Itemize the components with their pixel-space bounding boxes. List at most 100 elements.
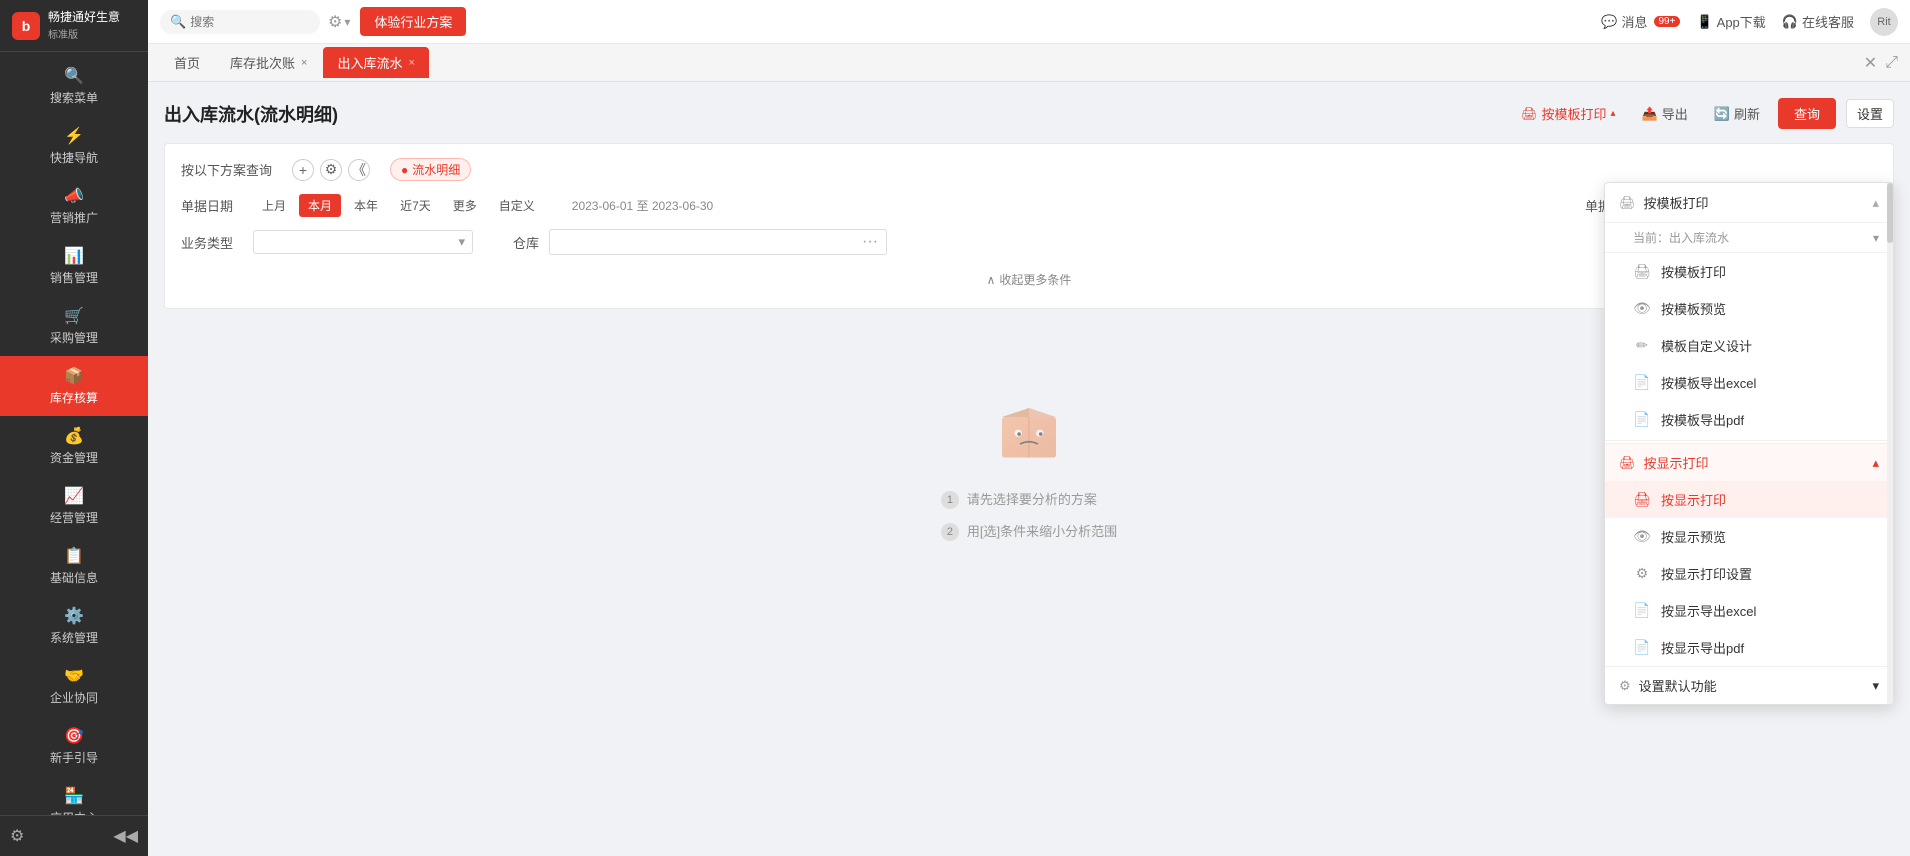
dropdown-item-template-pdf[interactable]: 📄 按模板导出pdf	[1605, 401, 1893, 438]
sidebar-collapse-icon[interactable]: ◀◀	[113, 826, 138, 846]
logo-icon: b	[12, 12, 40, 40]
biz-type-select[interactable]	[253, 230, 473, 254]
tab-bar-actions: ✕ ⤢	[1864, 53, 1898, 73]
export-button[interactable]: 📤 导出	[1634, 100, 1696, 127]
query-button[interactable]: 查询	[1778, 98, 1836, 129]
search-nav-icon: 🔍	[64, 66, 84, 86]
template-print-icon: 🖨	[1633, 263, 1651, 280]
date-btn-7days[interactable]: 近7天	[391, 194, 440, 217]
refresh-icon: 🔄	[1714, 106, 1730, 122]
sidebar-item-quick-nav[interactable]: ⚡ 快捷导航	[0, 116, 148, 176]
template-pdf-icon: 📄	[1633, 411, 1651, 428]
display-pdf-icon: 📄	[1633, 639, 1651, 656]
date-btn-thismonth[interactable]: 本月	[299, 194, 341, 217]
date-btn-custom[interactable]: 自定义	[490, 194, 544, 217]
content-area: 出入库流水(流水明细) 🖨 按模板打印 ▴ 📤 导出 🔄 刷新 查询 设置	[148, 82, 1910, 856]
dropdown-item-display-settings[interactable]: ⚙ 按显示打印设置	[1605, 555, 1893, 592]
scrollbar-thumb	[1887, 183, 1893, 243]
search-icon: 🔍	[170, 14, 186, 30]
marketing-icon: 📣	[64, 186, 84, 206]
tab-close-flow[interactable]: ×	[408, 57, 414, 69]
filter-add-btns: + ⚙ 《	[292, 159, 370, 181]
logo-text: 畅捷通好生意 标准版	[48, 10, 120, 41]
dropdown-item-display-excel[interactable]: 📄 按显示导出excel	[1605, 592, 1893, 629]
date-btn-more[interactable]: 更多	[444, 194, 486, 217]
collab-icon: 🤝	[64, 666, 84, 686]
headset-icon: 🎧	[1782, 14, 1798, 30]
sidebar-item-system[interactable]: ⚙️ 系统管理	[0, 596, 148, 656]
quick-nav-icon: ⚡	[64, 126, 84, 146]
customer-service-item[interactable]: 🎧 在线客服	[1782, 12, 1854, 31]
template-excel-icon: 📄	[1633, 374, 1651, 391]
export-icon: 📤	[1642, 106, 1658, 122]
footer-chevron: ▾	[1872, 678, 1879, 694]
finance-icon: 💰	[64, 426, 84, 446]
dropdown-footer-defaults[interactable]: ⚙ 设置默认功能 ▾	[1605, 666, 1893, 704]
sidebar-item-guide[interactable]: 🎯 新手引导	[0, 716, 148, 776]
dropdown-item-template-customize[interactable]: ✏ 模板自定义设计	[1605, 327, 1893, 364]
sidebar-nav: 🔍 搜索菜单 ⚡ 快捷导航 📣 营销推广 📊 销售管理 🛒 采购管理 📦 库存核…	[0, 52, 148, 815]
add-filter-btn[interactable]: +	[292, 159, 314, 181]
search-input[interactable]	[190, 15, 310, 29]
tab-maximize-icon[interactable]: ⤢	[1885, 54, 1898, 72]
tab-batch-account[interactable]: 库存批次账 ×	[216, 47, 321, 78]
tab-home[interactable]: 首页	[160, 47, 214, 78]
industry-solution-button[interactable]: 体验行业方案	[360, 7, 466, 36]
dropdown-item-template-preview[interactable]: 👁 按模板预览	[1605, 290, 1893, 327]
printer-icon: 🖨	[1521, 106, 1538, 122]
app-download-item[interactable]: 📱 App下载	[1696, 12, 1765, 31]
refresh-button[interactable]: 🔄 刷新	[1706, 100, 1768, 127]
warehouse-label: 仓库	[513, 233, 539, 252]
date-btn-lastmonth[interactable]: 上月	[253, 194, 295, 217]
dropdown-item-display-pdf[interactable]: 📄 按显示导出pdf	[1605, 629, 1893, 666]
display-excel-icon: 📄	[1633, 602, 1651, 619]
tab-close-all-icon[interactable]: ✕	[1864, 53, 1877, 73]
sidebar-item-sales[interactable]: 📊 销售管理	[0, 236, 148, 296]
system-icon: ⚙️	[64, 606, 84, 626]
sidebar-item-purchase[interactable]: 🛒 采购管理	[0, 296, 148, 356]
date-btn-thisyear[interactable]: 本年	[345, 194, 387, 217]
sidebar-item-inventory[interactable]: 📦 库存核算	[0, 356, 148, 416]
dropdown-current-template[interactable]: 当前：出入库流水 ▾	[1605, 223, 1893, 253]
template-print-button[interactable]: 🖨 按模板打印 ▴	[1513, 100, 1624, 127]
dropdown-item-template-excel[interactable]: 📄 按模板导出excel	[1605, 364, 1893, 401]
display-preview-icon: 👁	[1633, 528, 1651, 545]
sidebar-item-operations[interactable]: 📈 经营管理	[0, 476, 148, 536]
settings-button[interactable]: 设置	[1846, 99, 1894, 128]
warehouse-input-wrap: ···	[549, 229, 887, 255]
sidebar-item-finance[interactable]: 💰 资金管理	[0, 416, 148, 476]
flow-detail-tag[interactable]: ● 流水明细	[390, 158, 471, 181]
edit-filter-btn[interactable]: ⚙	[320, 159, 342, 181]
sidebar-item-marketing[interactable]: 📣 营销推广	[0, 176, 148, 236]
dropdown-item-display-print[interactable]: 🖨 按显示打印	[1605, 481, 1893, 518]
sidebar-settings-icon[interactable]: ⚙	[10, 826, 24, 846]
current-template-chevron: ▾	[1873, 231, 1879, 245]
inventory-icon: 📦	[64, 366, 84, 386]
sidebar-item-basic[interactable]: 📋 基础信息	[0, 536, 148, 596]
guide-icon: 🎯	[64, 726, 84, 746]
sidebar-item-collab[interactable]: 🤝 企业协同	[0, 656, 148, 716]
appstore-icon: 🏪	[64, 786, 84, 806]
tab-close-batch[interactable]: ×	[301, 57, 307, 69]
warehouse-more-btn[interactable]: ···	[862, 233, 878, 251]
dropdown-item-display-preview[interactable]: 👁 按显示预览	[1605, 518, 1893, 555]
empty-step-1: 1 请先选择要分析的方案	[941, 487, 1117, 513]
warehouse-input[interactable]	[558, 235, 858, 249]
display-print-section[interactable]: 🖨 按显示打印 ▴	[1605, 443, 1893, 481]
dropdown-scrollbar[interactable]	[1887, 183, 1893, 704]
dropdown-item-template-print[interactable]: 🖨 按模板打印	[1605, 253, 1893, 290]
settings-gear-icon[interactable]: ⚙	[328, 12, 342, 32]
dropdown-arrow-icon[interactable]: ▾	[344, 15, 350, 29]
messages-item[interactable]: 💬 消息 99+	[1601, 12, 1680, 31]
tab-flow[interactable]: 出入库流水 ×	[323, 47, 428, 78]
tab-bar: 首页 库存批次账 × 出入库流水 × ✕ ⤢	[148, 44, 1910, 82]
dropdown-header: 🖨 按模板打印 ▴	[1605, 183, 1893, 223]
sidebar-item-appstore[interactable]: 🏪 应用中心	[0, 776, 148, 815]
top-header: 🔍 ⚙ ▾ 体验行业方案 💬 消息 99+ 📱 App下载 🎧 在线客服 Rit	[148, 0, 1910, 44]
dropdown-close-chevron[interactable]: ▴	[1872, 195, 1879, 211]
collapse-filter-btn[interactable]: 《	[348, 159, 370, 181]
user-profile-item[interactable]: Rit	[1870, 8, 1898, 36]
sidebar-item-search[interactable]: 🔍 搜索菜单	[0, 56, 148, 116]
page-header: 出入库流水(流水明细) 🖨 按模板打印 ▴ 📤 导出 🔄 刷新 查询 设置	[164, 98, 1894, 129]
page-actions: 🖨 按模板打印 ▴ 📤 导出 🔄 刷新 查询 设置	[1513, 98, 1894, 129]
